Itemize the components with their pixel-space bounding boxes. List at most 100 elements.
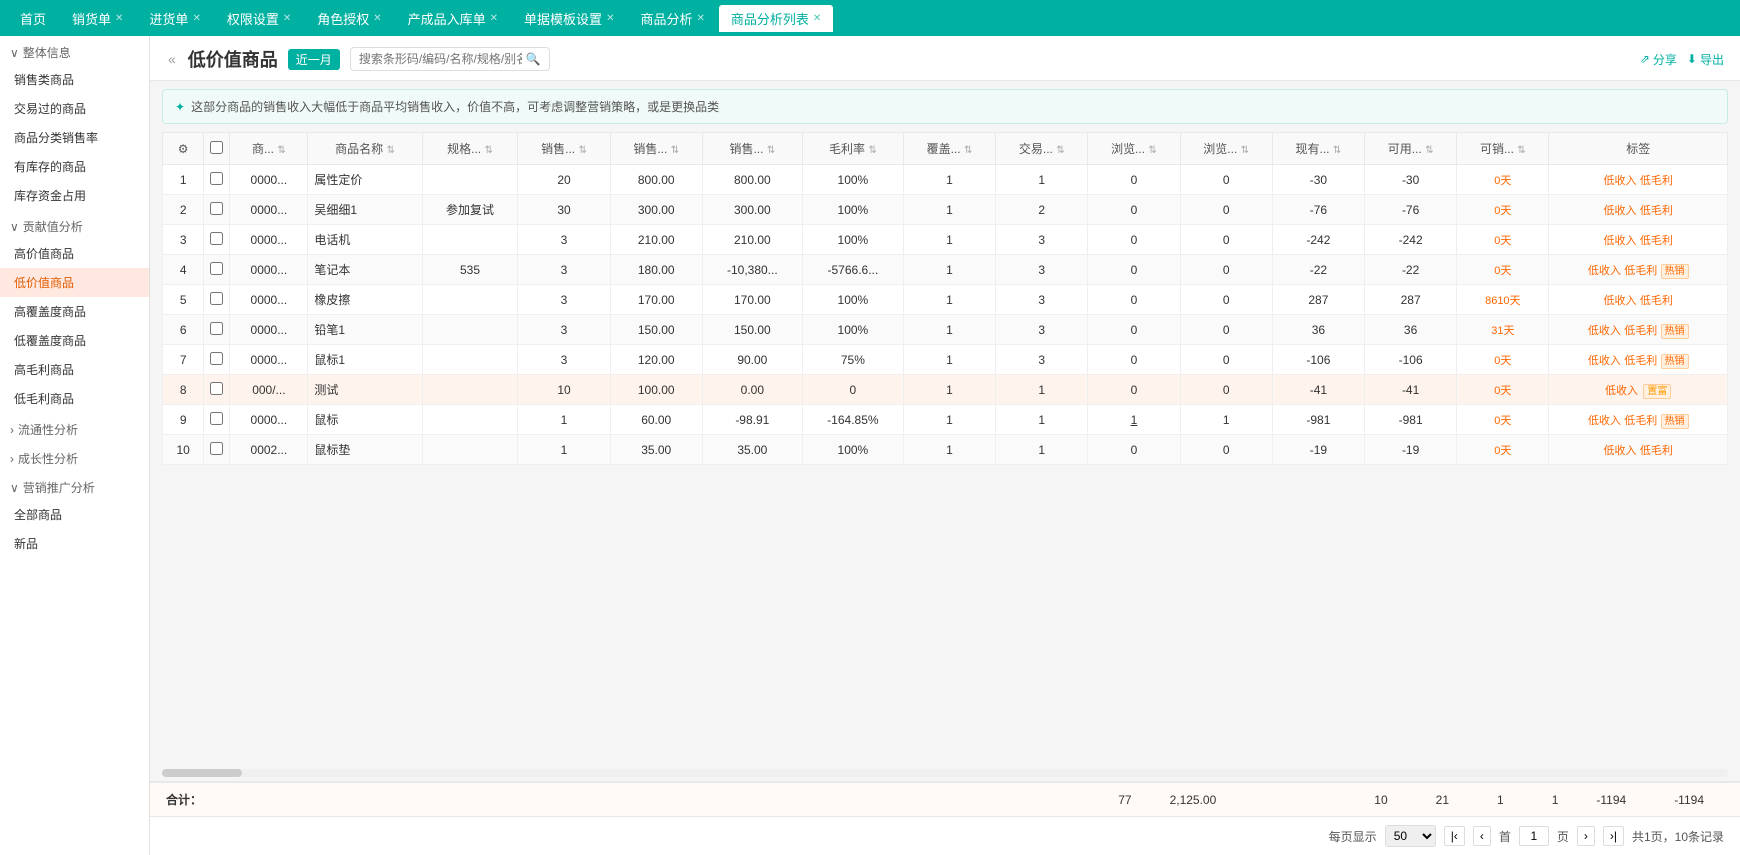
nav-purchase[interactable]: 进货单 ✕ [137,5,212,32]
sidebar-item-low-value[interactable]: 低价值商品 [0,268,149,297]
search-input[interactable] [359,52,522,66]
nav-roles[interactable]: 角色授权 ✕ [305,5,393,32]
col-browse1[interactable]: 浏览... ⇅ [1088,133,1180,165]
sidebar-item-new-products[interactable]: 新品 [0,529,149,558]
row-checkbox[interactable] [210,442,223,455]
row-checkbox[interactable] [210,382,223,395]
sidebar-section-liquidity[interactable]: › 流通性分析 [0,413,149,442]
col-tags[interactable]: 标签 [1549,133,1728,165]
sidebar-item-category-rate[interactable]: 商品分类销售率 [0,123,149,152]
row-rate: 100% [802,435,903,465]
share-button[interactable]: ⇗ 分享 [1640,51,1677,68]
row-checkbox-cell[interactable] [204,285,230,315]
row-checkbox-cell[interactable] [204,165,230,195]
sidebar-item-all-products[interactable]: 全部商品 [0,500,149,529]
sidebar-section-marketing[interactable]: ∨ 营销推广分析 [0,471,149,500]
time-filter-badge[interactable]: 近一月 [288,49,340,70]
collapse-sidebar-btn[interactable]: « [166,51,178,67]
col-stock1[interactable]: 现有... ⇅ [1272,133,1364,165]
nav-warehouse[interactable]: 产成品入库单 ✕ [396,5,510,32]
row-checkbox[interactable] [210,352,223,365]
sidebar-item-high-value[interactable]: 高价值商品 [0,239,149,268]
last-page-button[interactable]: ›| [1603,826,1624,846]
sidebar-section-contribution[interactable]: ∨ 贡献值分析 [0,210,149,239]
close-icon[interactable]: ✕ [373,13,381,24]
sidebar-item-capital[interactable]: 库存资金占用 [0,181,149,210]
col-spec[interactable]: 规格... ⇅ [422,133,518,165]
col-checkbox[interactable] [204,133,230,165]
close-icon[interactable]: ✕ [696,13,704,24]
row-browse1[interactable]: 0 [1088,225,1180,255]
close-icon[interactable]: ✕ [490,13,498,24]
row-checkbox-cell[interactable] [204,315,230,345]
col-name[interactable]: 商品名称 ⇅ [308,133,422,165]
sidebar-item-low-coverage[interactable]: 低覆盖度商品 [0,326,149,355]
row-checkbox[interactable] [210,322,223,335]
col-stock2[interactable]: 可用... ⇅ [1365,133,1457,165]
page-number-input[interactable] [1519,826,1549,846]
nav-analysis-list[interactable]: 商品分析列表 ✕ [719,5,833,32]
sidebar-item-sales-products[interactable]: 销售类商品 [0,65,149,94]
close-icon[interactable]: ✕ [283,13,291,24]
nav-template[interactable]: 单据模板设置 ✕ [512,5,626,32]
nav-permissions[interactable]: 权限设置 ✕ [215,5,303,32]
sidebar-item-high-margin[interactable]: 高毛利商品 [0,355,149,384]
row-checkbox[interactable] [210,412,223,425]
row-browse1[interactable]: 0 [1088,345,1180,375]
col-settings[interactable]: ⚙ [163,133,204,165]
row-checkbox-cell[interactable] [204,345,230,375]
col-s2[interactable]: 销售... ⇅ [610,133,702,165]
col-browse2[interactable]: 浏览... ⇅ [1180,133,1272,165]
row-rate: 75% [802,345,903,375]
row-checkbox-cell[interactable] [204,225,230,255]
scrollbar-thumb[interactable] [162,769,242,777]
row-checkbox-cell[interactable] [204,405,230,435]
per-page-select[interactable]: 50 100 200 [1385,825,1436,847]
row-checkbox-cell[interactable] [204,375,230,405]
close-icon[interactable]: ✕ [606,13,614,24]
nav-sales[interactable]: 销货单 ✕ [60,5,135,32]
nav-analysis[interactable]: 商品分析 ✕ [628,5,716,32]
col-rate[interactable]: 毛利率 ⇅ [802,133,903,165]
row-checkbox[interactable] [210,262,223,275]
row-checkbox-cell[interactable] [204,255,230,285]
sidebar-item-traded-products[interactable]: 交易过的商品 [0,94,149,123]
row-browse1[interactable]: 0 [1088,375,1180,405]
row-browse1[interactable]: 0 [1088,165,1180,195]
row-browse1[interactable]: 1 [1088,405,1180,435]
export-button[interactable]: ⬇ 导出 [1687,51,1724,68]
row-browse1[interactable]: 0 [1088,255,1180,285]
row-browse1[interactable]: 0 [1088,315,1180,345]
select-all-checkbox[interactable] [210,141,223,154]
horizontal-scrollbar[interactable] [162,769,1728,777]
row-checkbox[interactable] [210,202,223,215]
row-browse1[interactable]: 0 [1088,285,1180,315]
row-checkbox-cell[interactable] [204,195,230,225]
sidebar-section-growth[interactable]: › 成长性分析 [0,442,149,471]
col-s1[interactable]: 销售... ⇅ [518,133,610,165]
row-checkbox[interactable] [210,232,223,245]
col-trade[interactable]: 交易... ⇅ [996,133,1088,165]
tag-label: 低毛利 [1640,205,1673,217]
next-page-button[interactable]: › [1577,826,1595,846]
prev-page-button[interactable]: ‹ [1473,826,1491,846]
first-page-button[interactable]: |‹ [1444,826,1465,846]
close-icon[interactable]: ✕ [115,13,123,24]
col-cover[interactable]: 覆盖... ⇅ [903,133,995,165]
close-icon[interactable]: ✕ [192,13,200,24]
nav-home[interactable]: 首页 [8,5,58,32]
col-code[interactable]: 商... ⇅ [230,133,308,165]
sidebar-section-general[interactable]: ∨ 整体信息 [0,36,149,65]
sidebar-item-low-margin[interactable]: 低毛利商品 [0,384,149,413]
browse-link[interactable]: 1 [1131,413,1138,427]
row-checkbox-cell[interactable] [204,435,230,465]
row-checkbox[interactable] [210,172,223,185]
col-days[interactable]: 可销... ⇅ [1457,133,1549,165]
close-icon[interactable]: ✕ [813,13,821,24]
sidebar-item-stocked[interactable]: 有库存的商品 [0,152,149,181]
row-browse1[interactable]: 0 [1088,195,1180,225]
sidebar-item-high-coverage[interactable]: 高覆盖度商品 [0,297,149,326]
row-browse1[interactable]: 0 [1088,435,1180,465]
row-checkbox[interactable] [210,292,223,305]
col-s3[interactable]: 销售... ⇅ [702,133,802,165]
